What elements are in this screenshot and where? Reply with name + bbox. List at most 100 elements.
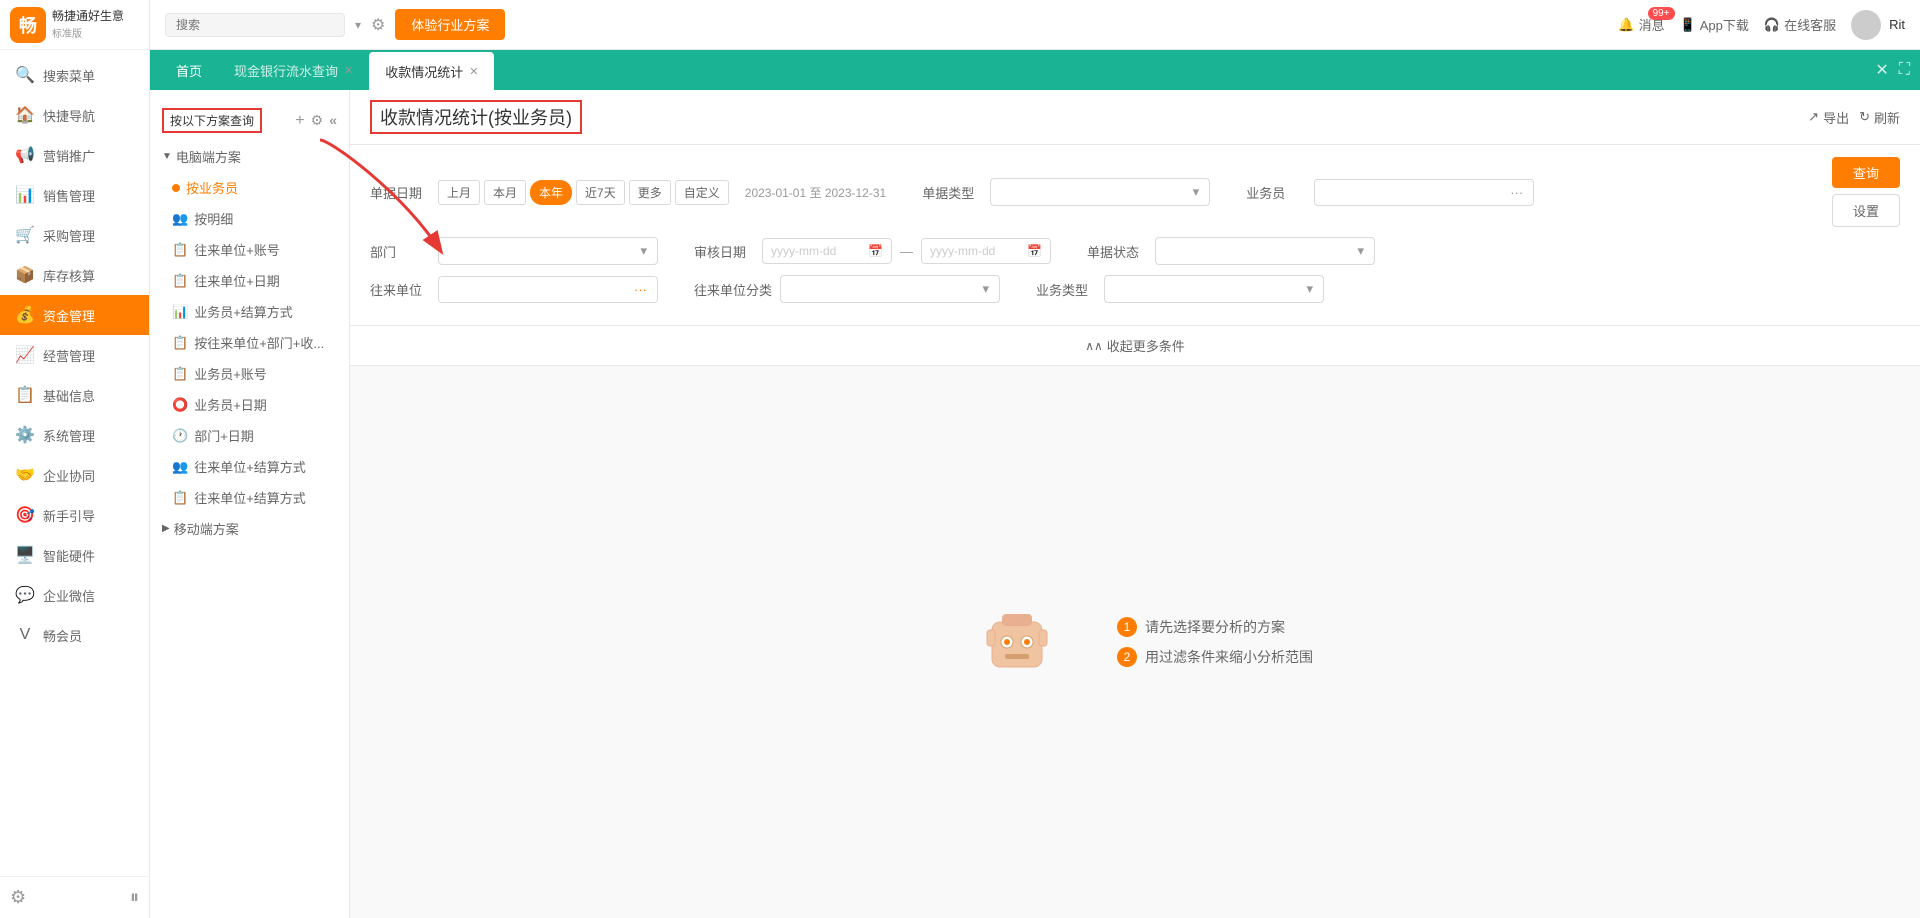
date-btn-last-month[interactable]: 上月 <box>438 180 480 205</box>
set-button[interactable]: 设置 <box>1832 194 1900 227</box>
scheme-by-salesman[interactable]: 按业务员 <box>160 172 349 203</box>
collapse-bar: ∧∧ 收起更多条件 <box>350 326 1920 366</box>
date-btn-this-year[interactable]: 本年 <box>530 180 572 205</box>
topbar: ▾ ⚙ 体验行业方案 🔔 消息 99+ 📱 App下载 🎧 在线客服 Rit <box>150 0 1920 50</box>
scheme-partner-dept[interactable]: 📋 按往来单位+部门+收... <box>160 327 349 358</box>
settings-icon[interactable]: ⚙ <box>10 887 26 908</box>
audit-date-label: 审核日期 <box>694 242 754 261</box>
group2-icon: 👥 <box>172 459 188 475</box>
tab-collect-close-icon[interactable]: ✕ <box>469 65 478 78</box>
collapse-panel-icon[interactable]: « <box>329 112 337 130</box>
topbar-search-input[interactable] <box>165 13 345 37</box>
table4-icon: 📋 <box>172 366 188 382</box>
sidebar-item-purchase[interactable]: 🛒 采购管理 <box>0 215 149 255</box>
scheme-salesman-date[interactable]: ⭕ 业务员+日期 <box>160 389 349 420</box>
service-button[interactable]: 🎧 在线客服 <box>1764 15 1836 34</box>
sidebar-item-hardware[interactable]: 🖥️ 智能硬件 <box>0 535 149 575</box>
date-btn-this-month[interactable]: 本月 <box>484 180 526 205</box>
date-btn-custom[interactable]: 自定义 <box>675 180 729 205</box>
doc-status-label: 单据状态 <box>1087 242 1147 261</box>
collapse-sidebar-icon[interactable]: ⏸ <box>130 887 139 908</box>
marketing-icon: 📢 <box>15 145 35 165</box>
table5-icon: 📋 <box>172 490 188 506</box>
desktop-scheme-list: 按业务员 👥 按明细 📋 往来单位+账号 📋 往来单位+日期 📊 业务员+结算方… <box>150 172 349 513</box>
sidebar-item-system[interactable]: ⚙️ 系统管理 <box>0 415 149 455</box>
sidebar-item-member[interactable]: V 畅会员 <box>0 615 149 655</box>
date-btn-more[interactable]: 更多 <box>629 180 671 205</box>
tab-bank[interactable]: 现金银行流水查询 ✕ <box>218 50 369 90</box>
sidebar-item-newguide[interactable]: 🎯 新手引导 <box>0 495 149 535</box>
tab-close-all-icon[interactable]: ✕ <box>1875 60 1888 80</box>
doc-status-select[interactable]: ▾ <box>1155 237 1375 265</box>
sidebar-item-search[interactable]: 🔍 搜索菜单 <box>0 55 149 95</box>
topbar-gear-icon[interactable]: ⚙ <box>371 15 385 35</box>
partner-category-select[interactable]: ▾ <box>780 275 1000 303</box>
scheme-partner-settlement2[interactable]: 📋 往来单位+结算方式 <box>160 482 349 513</box>
tab-expand-icon[interactable]: ⛶ <box>1899 61 1910 79</box>
topbar-dropdown-icon[interactable]: ▾ <box>355 18 361 32</box>
mobile-section-header[interactable]: ▶ 移动端方案 <box>150 513 349 544</box>
scheme-by-detail[interactable]: 👥 按明细 <box>160 203 349 234</box>
table3-icon: 📋 <box>172 335 188 351</box>
query-button[interactable]: 查询 <box>1832 157 1900 188</box>
partner-category-label: 往来单位分类 <box>694 280 772 299</box>
right-content: 收款情况统计(按业务员) ↗ 导出 ↻ 刷新 <box>350 90 1920 918</box>
sidebar-item-wechat[interactable]: 💬 企业微信 <box>0 575 149 615</box>
salesman-select[interactable]: ··· <box>1314 179 1534 206</box>
empty-tips: 1 请先选择要分析的方案 2 用过滤条件来缩小分析范围 <box>1117 617 1313 667</box>
scheme-partner-date[interactable]: 📋 往来单位+日期 <box>160 265 349 296</box>
scheme-salesman-settlement[interactable]: 📊 业务员+结算方式 <box>160 296 349 327</box>
filter-row-1: 单据日期 上月 本月 本年 近7天 更多 自定义 2023-01-01 至 20… <box>370 157 1900 227</box>
sales-icon: 📊 <box>15 185 35 205</box>
user-avatar <box>1851 10 1881 40</box>
trial-button[interactable]: 体验行业方案 <box>395 9 505 40</box>
sidebar-item-operations[interactable]: 📈 经营管理 <box>0 335 149 375</box>
wechat-icon: 💬 <box>15 585 35 605</box>
add-scheme-icon[interactable]: + <box>295 112 304 130</box>
date-quick-buttons: 上月 本月 本年 近7天 更多 自定义 <box>438 180 729 205</box>
logo-badge: 标准版 <box>52 25 124 40</box>
sidebar-item-sales[interactable]: 📊 销售管理 <box>0 175 149 215</box>
tip-1-number: 1 <box>1117 617 1137 637</box>
date-btn-7days[interactable]: 近7天 <box>576 180 625 205</box>
sidebar-item-inventory[interactable]: 📦 库存核算 <box>0 255 149 295</box>
tab-bank-close-icon[interactable]: ✕ <box>344 64 353 77</box>
message-button[interactable]: 🔔 消息 99+ <box>1618 15 1664 34</box>
sidebar-item-corp[interactable]: 🤝 企业协同 <box>0 455 149 495</box>
salesman-label: 业务员 <box>1246 183 1306 202</box>
desktop-section-header[interactable]: ▼ 电脑端方案 <box>150 141 349 172</box>
refresh-button[interactable]: ↻ 刷新 <box>1859 108 1900 127</box>
doc-type-label: 单据类型 <box>922 183 982 202</box>
audit-date-end[interactable]: yyyy-mm-dd 📅 <box>921 238 1051 264</box>
collapse-button[interactable]: ∧∧ 收起更多条件 <box>1085 336 1185 355</box>
sidebar-item-quicknav[interactable]: 🏠 快捷导航 <box>0 95 149 135</box>
scheme-dept-date[interactable]: 🕐 部门+日期 <box>160 420 349 451</box>
scheme-settings-icon[interactable]: ⚙ <box>311 112 324 130</box>
finance-icon: 💰 <box>15 305 35 325</box>
dept-label: 部门 <box>370 242 430 261</box>
dept-select[interactable]: ▾ <box>438 237 658 265</box>
scheme-salesman-account[interactable]: 📋 业务员+账号 <box>160 358 349 389</box>
partner-more-icon: ··· <box>634 282 647 297</box>
tab-home[interactable]: 首页 <box>160 50 218 90</box>
biz-type-chevron-icon: ▾ <box>1306 281 1313 297</box>
tab-bar: 首页 现金银行流水查询 ✕ 收款情况统计 ✕ ✕ ⛶ <box>150 50 1920 90</box>
sidebar-item-marketing[interactable]: 📢 营销推广 <box>0 135 149 175</box>
export-icon: ↗ <box>1808 109 1819 125</box>
status-chevron-icon: ▾ <box>1357 243 1364 259</box>
app-download-button[interactable]: 📱 App下载 <box>1680 15 1749 34</box>
user-area[interactable]: Rit <box>1851 10 1905 40</box>
biz-type-select[interactable]: ▾ <box>1104 275 1324 303</box>
tab-collect[interactable]: 收款情况统计 ✕ <box>369 52 494 90</box>
page-title: 收款情况统计(按业务员) <box>370 100 582 134</box>
partner-select[interactable]: ··· <box>438 276 658 303</box>
sidebar-item-basic[interactable]: 📋 基础信息 <box>0 375 149 415</box>
scheme-partner-settlement1[interactable]: 👥 往来单位+结算方式 <box>160 451 349 482</box>
dept-chevron-icon: ▾ <box>640 243 647 259</box>
tip-1-text: 请先选择要分析的方案 <box>1145 617 1285 637</box>
sidebar-item-finance[interactable]: 💰 资金管理 <box>0 295 149 335</box>
doc-type-select[interactable]: ▾ <box>990 178 1210 206</box>
export-button[interactable]: ↗ 导出 <box>1808 108 1849 127</box>
scheme-partner-account[interactable]: 📋 往来单位+账号 <box>160 234 349 265</box>
audit-date-start[interactable]: yyyy-mm-dd 📅 <box>762 238 892 264</box>
